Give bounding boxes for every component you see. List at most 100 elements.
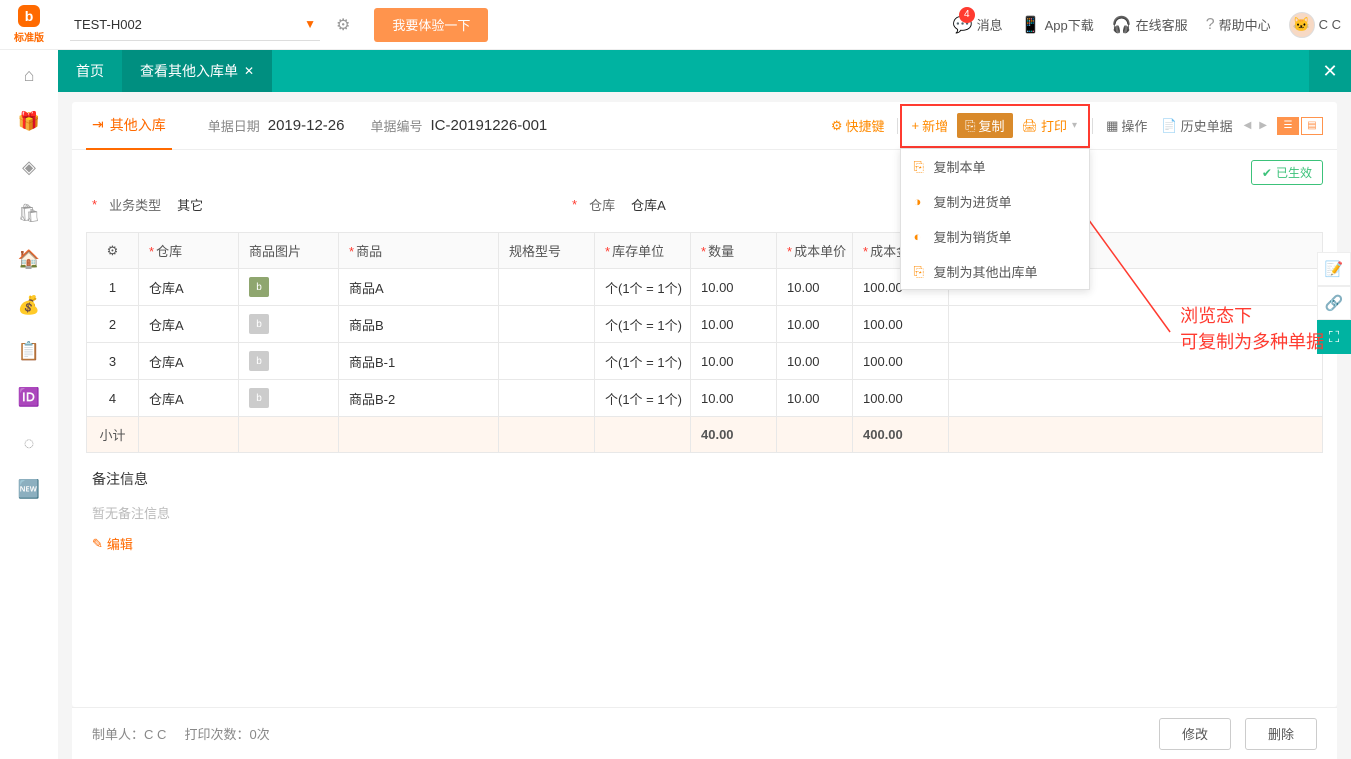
card-tab[interactable]: ⇥ 其他入库 [86, 102, 172, 150]
row-wh: 仓库A [139, 343, 239, 380]
nav-diamond-icon[interactable]: ◈ [18, 156, 40, 178]
app-download-link[interactable]: 📱 App下载 [1021, 15, 1094, 35]
close-icon[interactable]: ✕ [244, 64, 254, 78]
help-link[interactable]: ? 帮助中心 [1206, 15, 1271, 34]
dd-copy-out-label: 复制为其他出库单 [933, 262, 1037, 281]
row-prod: 商品B-1 [339, 343, 499, 380]
col-prod-label: 商品 [356, 244, 382, 259]
col-wh: *仓库 [139, 233, 239, 269]
row-spec [499, 269, 595, 306]
help-icon: ? [1206, 16, 1215, 34]
nav-house-icon[interactable]: 🏠 [18, 248, 40, 270]
headset-icon: 🎧 [1112, 15, 1132, 35]
wh-value: 仓库A [631, 195, 666, 214]
row-prod: 商品B [339, 306, 499, 343]
nav-home-icon[interactable]: ⌂ [18, 64, 40, 86]
nav-new-icon[interactable]: 🆕 [18, 478, 40, 500]
print-label: 打印 [1041, 116, 1067, 135]
modify-button[interactable]: 修改 [1159, 718, 1231, 750]
history-button[interactable]: 📄历史单据 [1156, 113, 1237, 138]
left-nav: ⌂ 🎁 ◈ 🛍 🏠 💰 📋 🆔 ◌ 🆕 [0, 50, 58, 759]
row-amt: 100.00 [853, 380, 949, 417]
row-unit: 个(1个 = 1个) [595, 269, 691, 306]
row-wh: 仓库A [139, 306, 239, 343]
table-row[interactable]: 2仓库Ab商品B个(1个 = 1个)10.0010.00100.00 [87, 306, 1323, 343]
row-amt: 100.00 [853, 306, 949, 343]
shortcut-label: 快捷键 [845, 116, 884, 135]
tabs-bar: 首页 查看其他入库单 ✕ ✕ [58, 50, 1351, 92]
table-row[interactable]: 1仓库Ab商品A个(1个 = 1个)10.0010.00100.00 [87, 269, 1323, 306]
chevron-left-icon[interactable]: ◀ [1242, 120, 1254, 131]
copy-icon: ⎘ [913, 159, 927, 175]
user-menu[interactable]: 🐱 C C [1289, 12, 1341, 38]
message-badge: 4 [959, 7, 975, 23]
org-select[interactable]: TEST-H002 ▼ [70, 9, 320, 41]
tab-active[interactable]: 查看其他入库单 ✕ [122, 50, 272, 92]
row-unit: 个(1个 = 1个) [595, 306, 691, 343]
remark-empty: 暂无备注信息 [92, 503, 1317, 522]
col-qty-label: 数量 [708, 244, 734, 259]
nav-gift-icon[interactable]: 🎁 [18, 110, 40, 132]
edit-label: 编辑 [107, 534, 133, 553]
try-button[interactable]: 我要体验一下 [374, 8, 488, 42]
copy-button[interactable]: ⎘复制 [957, 113, 1012, 138]
customer-service-link[interactable]: 🎧 在线客服 [1112, 15, 1188, 35]
table-header: ⚙ *仓库 商品图片 *商品 规格型号 *库存单位 *数量 *成本单价 *成本金… [87, 233, 1323, 269]
float-note-icon[interactable]: 📝 [1317, 252, 1351, 286]
gear-icon[interactable]: ⚙ [336, 15, 350, 35]
right-float-tools: 📝 🔗 ⛶ [1317, 252, 1351, 354]
status-badge: ✔已生效 [1251, 160, 1323, 185]
nav-clipboard-icon[interactable]: 📋 [18, 340, 40, 362]
history-label: 历史单据 [1181, 116, 1233, 135]
subtotal-row: 小计40.00400.00 [87, 417, 1323, 453]
new-button[interactable]: +新增 [906, 113, 953, 138]
nav-id-icon[interactable]: 🆔 [18, 386, 40, 408]
maker: C C [144, 727, 166, 742]
shortcut-button[interactable]: ⚙快捷键 [826, 113, 890, 138]
row-unit: 个(1个 = 1个) [595, 380, 691, 417]
edit-remark-link[interactable]: ✎编辑 [92, 534, 1317, 553]
separator [1092, 118, 1093, 134]
row-avail [949, 343, 1323, 380]
subtotal-amt: 400.00 [853, 417, 949, 453]
phone-icon: 📱 [1021, 15, 1041, 35]
remark-section: 备注信息 暂无备注信息 ✎编辑 [72, 453, 1337, 563]
print-button[interactable]: 🖨打印▾ [1017, 113, 1085, 138]
messages-link[interactable]: 💬 4 消息 [953, 15, 1003, 35]
ops-button[interactable]: ▦操作 [1101, 113, 1152, 138]
new-label: 新增 [922, 116, 948, 135]
date-value: 2019-12-26 [268, 117, 345, 134]
float-link-icon[interactable]: 🔗 [1317, 286, 1351, 320]
nav-ring-icon[interactable]: ◌ [18, 432, 40, 454]
biz-label: 业务类型 [109, 195, 161, 214]
float-expand-icon[interactable]: ⛶ [1317, 320, 1351, 354]
status-area: ✔已生效 [72, 150, 1337, 185]
row-price: 10.00 [777, 380, 853, 417]
tab-home[interactable]: 首页 [58, 50, 122, 92]
copy-icon: ⎘ [965, 118, 975, 134]
row-img: b [239, 306, 339, 343]
dd-copy-out[interactable]: ⎘复制为其他出库单 [901, 254, 1089, 289]
row-img: b [239, 269, 339, 306]
dd-copy-in[interactable]: ◑复制为进货单 [901, 184, 1089, 219]
sale-icon: ◐ [913, 229, 927, 244]
row-prod: 商品B-2 [339, 380, 499, 417]
nav-money-icon[interactable]: 💰 [18, 294, 40, 316]
card-title: 其他入库 [110, 115, 166, 135]
view-grid-icon[interactable]: ▤ [1301, 117, 1323, 135]
remark-title: 备注信息 [92, 469, 1317, 489]
close-all-tabs[interactable]: ✕ [1309, 50, 1351, 92]
table-row[interactable]: 3仓库Ab商品B-1个(1个 = 1个)10.0010.00100.00 [87, 343, 1323, 380]
dd-copy-sale[interactable]: ◐复制为销货单 [901, 219, 1089, 254]
col-gear[interactable]: ⚙ [87, 233, 139, 269]
delete-button[interactable]: 删除 [1245, 718, 1317, 750]
cs-label: 在线客服 [1136, 15, 1188, 34]
messages-label: 消息 [977, 15, 1003, 34]
view-list-icon[interactable]: ☰ [1277, 117, 1299, 135]
nav-bag-icon[interactable]: 🛍 [18, 202, 40, 224]
table-row[interactable]: 4仓库Ab商品B-2个(1个 = 1个)10.0010.00100.00 [87, 380, 1323, 417]
gear-icon: ⚙ [831, 118, 843, 134]
chevron-right-icon[interactable]: ▶ [1257, 120, 1269, 131]
dd-copy-this[interactable]: ⎘复制本单 [901, 149, 1089, 184]
logo[interactable]: b 标准版 [0, 5, 58, 44]
